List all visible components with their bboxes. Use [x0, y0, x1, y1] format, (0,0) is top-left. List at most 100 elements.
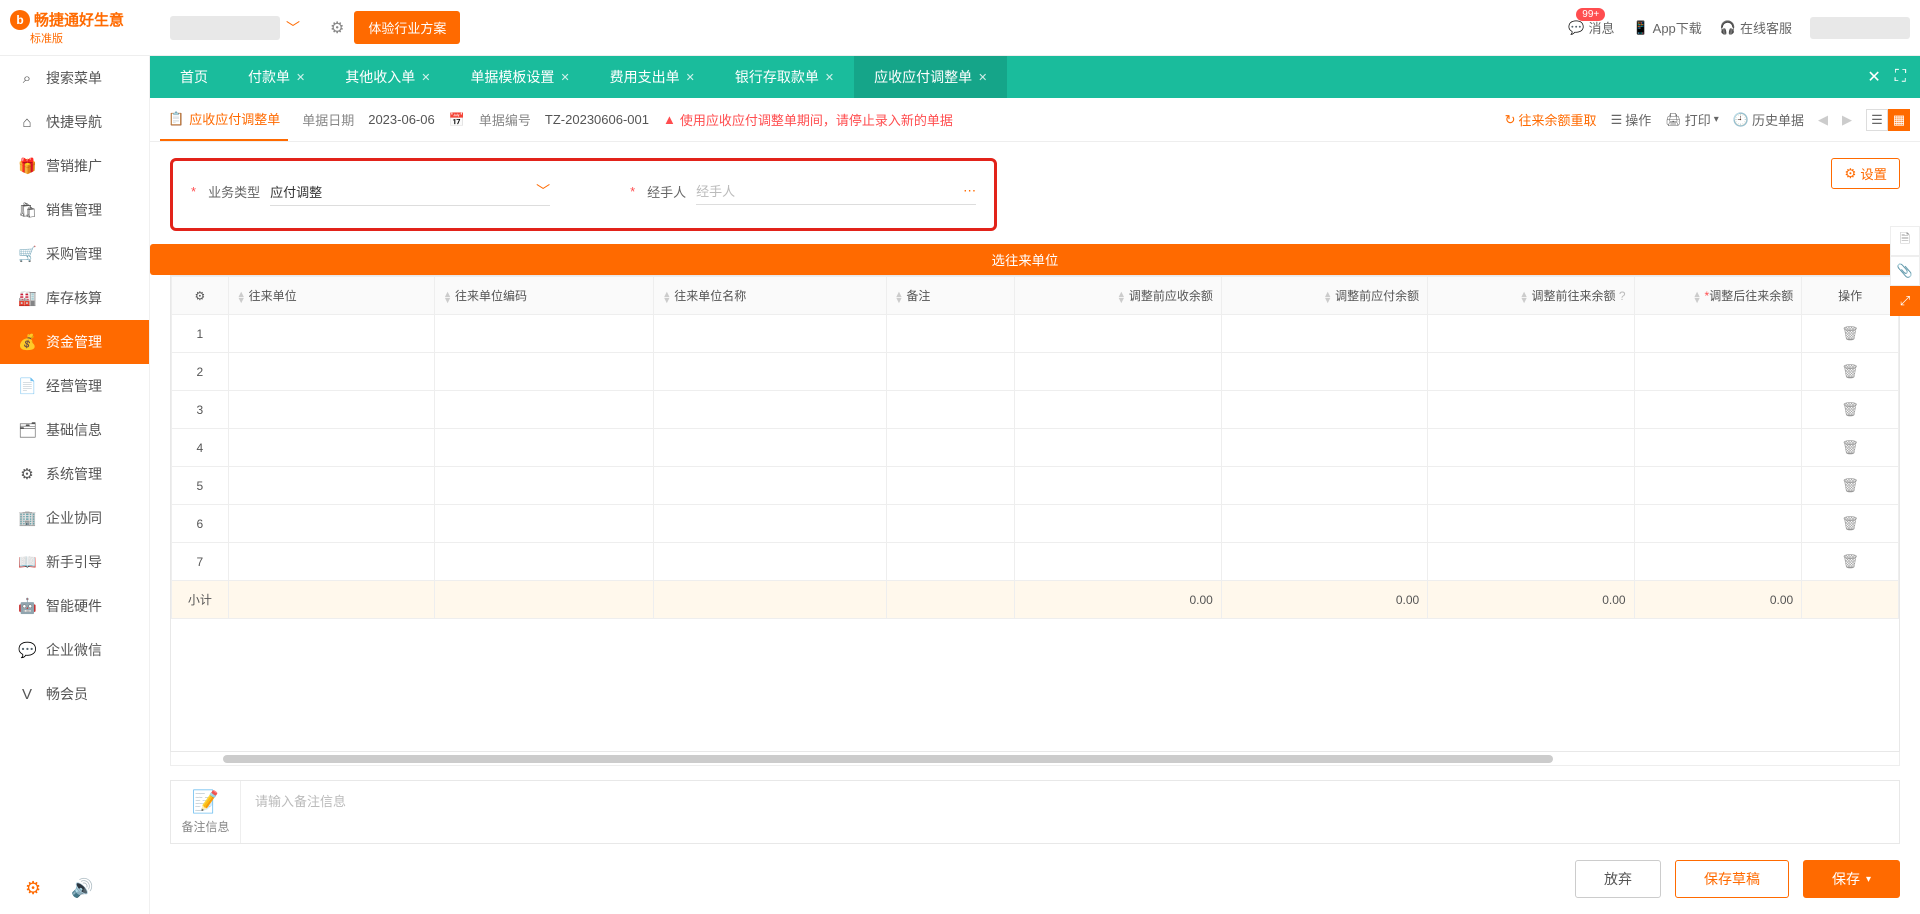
table-row[interactable]: 7🗑 [172, 543, 1899, 581]
settings-gear-icon[interactable]: ⚙ [320, 18, 354, 38]
sidebar-item-4[interactable]: 🛒采购管理 [0, 232, 149, 276]
scroll-thumb[interactable] [223, 755, 1554, 763]
tab-0[interactable]: 首页 [160, 56, 228, 98]
cell-before-balance[interactable] [1428, 429, 1634, 467]
cell-unit-name[interactable] [654, 467, 886, 505]
table-row[interactable]: 6🗑 [172, 505, 1899, 543]
close-icon[interactable]: ✕ [421, 71, 430, 84]
cell-unit[interactable] [228, 543, 434, 581]
horizontal-scrollbar[interactable] [170, 752, 1900, 766]
cell-unit-name[interactable] [654, 543, 886, 581]
tab-close-all-icon[interactable]: ✕ [1867, 67, 1880, 87]
cell-unit-code[interactable] [435, 543, 654, 581]
select-unit-button[interactable]: 选往来单位 [150, 244, 1900, 275]
sidebar-item-2[interactable]: 🎁营销推广 [0, 144, 149, 188]
col-before-balance[interactable]: ▲▼调整前往来余额 ? [1428, 277, 1634, 315]
sidebar-item-7[interactable]: 📄经营管理 [0, 364, 149, 408]
calendar-icon[interactable]: 📅 [449, 112, 465, 128]
sidebar-item-6[interactable]: 💰资金管理 [0, 320, 149, 364]
cell-before-balance[interactable] [1428, 467, 1634, 505]
cell-remark[interactable] [886, 353, 1015, 391]
app-download-link[interactable]: 📱 App下载 [1632, 18, 1701, 37]
cell-unit-name[interactable] [654, 353, 886, 391]
sidebar-item-9[interactable]: ⚙系统管理 [0, 452, 149, 496]
regen-balance-button[interactable]: ↻往来余额重取 [1505, 110, 1597, 129]
sidebar-settings-icon[interactable]: ⚙ [25, 878, 41, 899]
prev-icon[interactable]: ◀ [1818, 112, 1828, 128]
tab-4[interactable]: 费用支出单✕ [590, 56, 715, 98]
delete-icon[interactable]: 🗑 [1841, 515, 1859, 531]
sidebar-item-13[interactable]: 💬企业微信 [0, 628, 149, 672]
online-service-link[interactable]: 🎧 在线客服 [1720, 18, 1792, 37]
tab-expand-icon[interactable]: ⛶ [1895, 68, 1906, 86]
cell-before-recv[interactable] [1015, 429, 1221, 467]
cell-unit[interactable] [228, 353, 434, 391]
tab-1[interactable]: 付款单✕ [228, 56, 325, 98]
cell-after-balance[interactable] [1634, 467, 1802, 505]
next-icon[interactable]: ▶ [1842, 112, 1852, 128]
help-icon[interactable]: ? [1619, 289, 1626, 303]
delete-icon[interactable]: 🗑 [1841, 477, 1859, 493]
cell-after-balance[interactable] [1634, 505, 1802, 543]
sidebar-sound-icon[interactable]: 🔊 [71, 878, 93, 899]
cell-remark[interactable] [886, 543, 1015, 581]
cell-after-balance[interactable] [1634, 429, 1802, 467]
sidebar-item-0[interactable]: ⌕搜索菜单 [0, 56, 149, 100]
tab-3[interactable]: 单据模板设置✕ [450, 56, 589, 98]
table-row[interactable]: 4🗑 [172, 429, 1899, 467]
close-icon[interactable]: ✕ [296, 71, 305, 84]
cell-before-pay[interactable] [1221, 543, 1427, 581]
list-view-icon[interactable]: ☰ [1866, 109, 1888, 131]
cell-remark[interactable] [886, 467, 1015, 505]
cell-unit-name[interactable] [654, 429, 886, 467]
cell-unit-name[interactable] [654, 505, 886, 543]
print-dropdown[interactable]: 🖨打印▾ [1665, 110, 1719, 129]
doc-date-value[interactable]: 2023-06-06 [368, 112, 435, 127]
cell-before-recv[interactable] [1015, 543, 1221, 581]
col-after-balance[interactable]: ▲▼*调整后往来余额 [1634, 277, 1802, 315]
cell-before-balance[interactable] [1428, 353, 1634, 391]
sidebar-item-1[interactable]: ⌂快捷导航 [0, 100, 149, 144]
cell-after-balance[interactable] [1634, 543, 1802, 581]
delete-icon[interactable]: 🗑 [1841, 363, 1859, 379]
table-row[interactable]: 5🗑 [172, 467, 1899, 505]
table-row[interactable]: 1🗑 [172, 315, 1899, 353]
tab-2[interactable]: 其他收入单✕ [325, 56, 450, 98]
handler-field[interactable]: * 经手人 经手人⋯ [630, 177, 976, 205]
delete-icon[interactable]: 🗑 [1841, 439, 1859, 455]
cell-before-recv[interactable] [1015, 353, 1221, 391]
cell-remark[interactable] [886, 315, 1015, 353]
float-attach-icon[interactable]: 📎 [1890, 256, 1920, 286]
sidebar-item-10[interactable]: 🏢企业协同 [0, 496, 149, 540]
history-button[interactable]: 🕘历史单据 [1733, 110, 1804, 129]
cell-before-recv[interactable] [1015, 505, 1221, 543]
cell-before-recv[interactable] [1015, 467, 1221, 505]
cell-before-balance[interactable] [1428, 315, 1634, 353]
float-expand-icon[interactable]: ⤢ [1890, 286, 1920, 316]
messages-link[interactable]: 99+ 💬 消息 [1568, 18, 1614, 37]
cell-before-balance[interactable] [1428, 543, 1634, 581]
delete-icon[interactable]: 🗑 [1841, 553, 1859, 569]
cell-after-balance[interactable] [1634, 391, 1802, 429]
cell-before-pay[interactable] [1221, 315, 1427, 353]
cell-before-recv[interactable] [1015, 391, 1221, 429]
user-info-blurred[interactable] [1810, 17, 1910, 39]
cell-after-balance[interactable] [1634, 353, 1802, 391]
remarks-input[interactable] [241, 781, 1899, 843]
sidebar-item-12[interactable]: 🤖智能硬件 [0, 584, 149, 628]
tab-5[interactable]: 银行存取款单✕ [715, 56, 854, 98]
cell-after-balance[interactable] [1634, 315, 1802, 353]
cell-unit[interactable] [228, 391, 434, 429]
col-remark[interactable]: ▲▼备注 [886, 277, 1015, 315]
col-before-pay[interactable]: ▲▼调整前应付余额 [1221, 277, 1427, 315]
cell-unit[interactable] [228, 429, 434, 467]
col-unit[interactable]: ▲▼往来单位 [228, 277, 434, 315]
close-icon[interactable]: ✕ [560, 71, 569, 84]
col-before-recv[interactable]: ▲▼调整前应收余额 [1015, 277, 1221, 315]
cell-unit-code[interactable] [435, 353, 654, 391]
cell-unit[interactable] [228, 505, 434, 543]
float-doc-icon[interactable]: 🗎 [1890, 226, 1920, 256]
sidebar-item-14[interactable]: V畅会员 [0, 672, 149, 716]
table-row[interactable]: 3🗑 [172, 391, 1899, 429]
sidebar-item-11[interactable]: 📖新手引导 [0, 540, 149, 584]
